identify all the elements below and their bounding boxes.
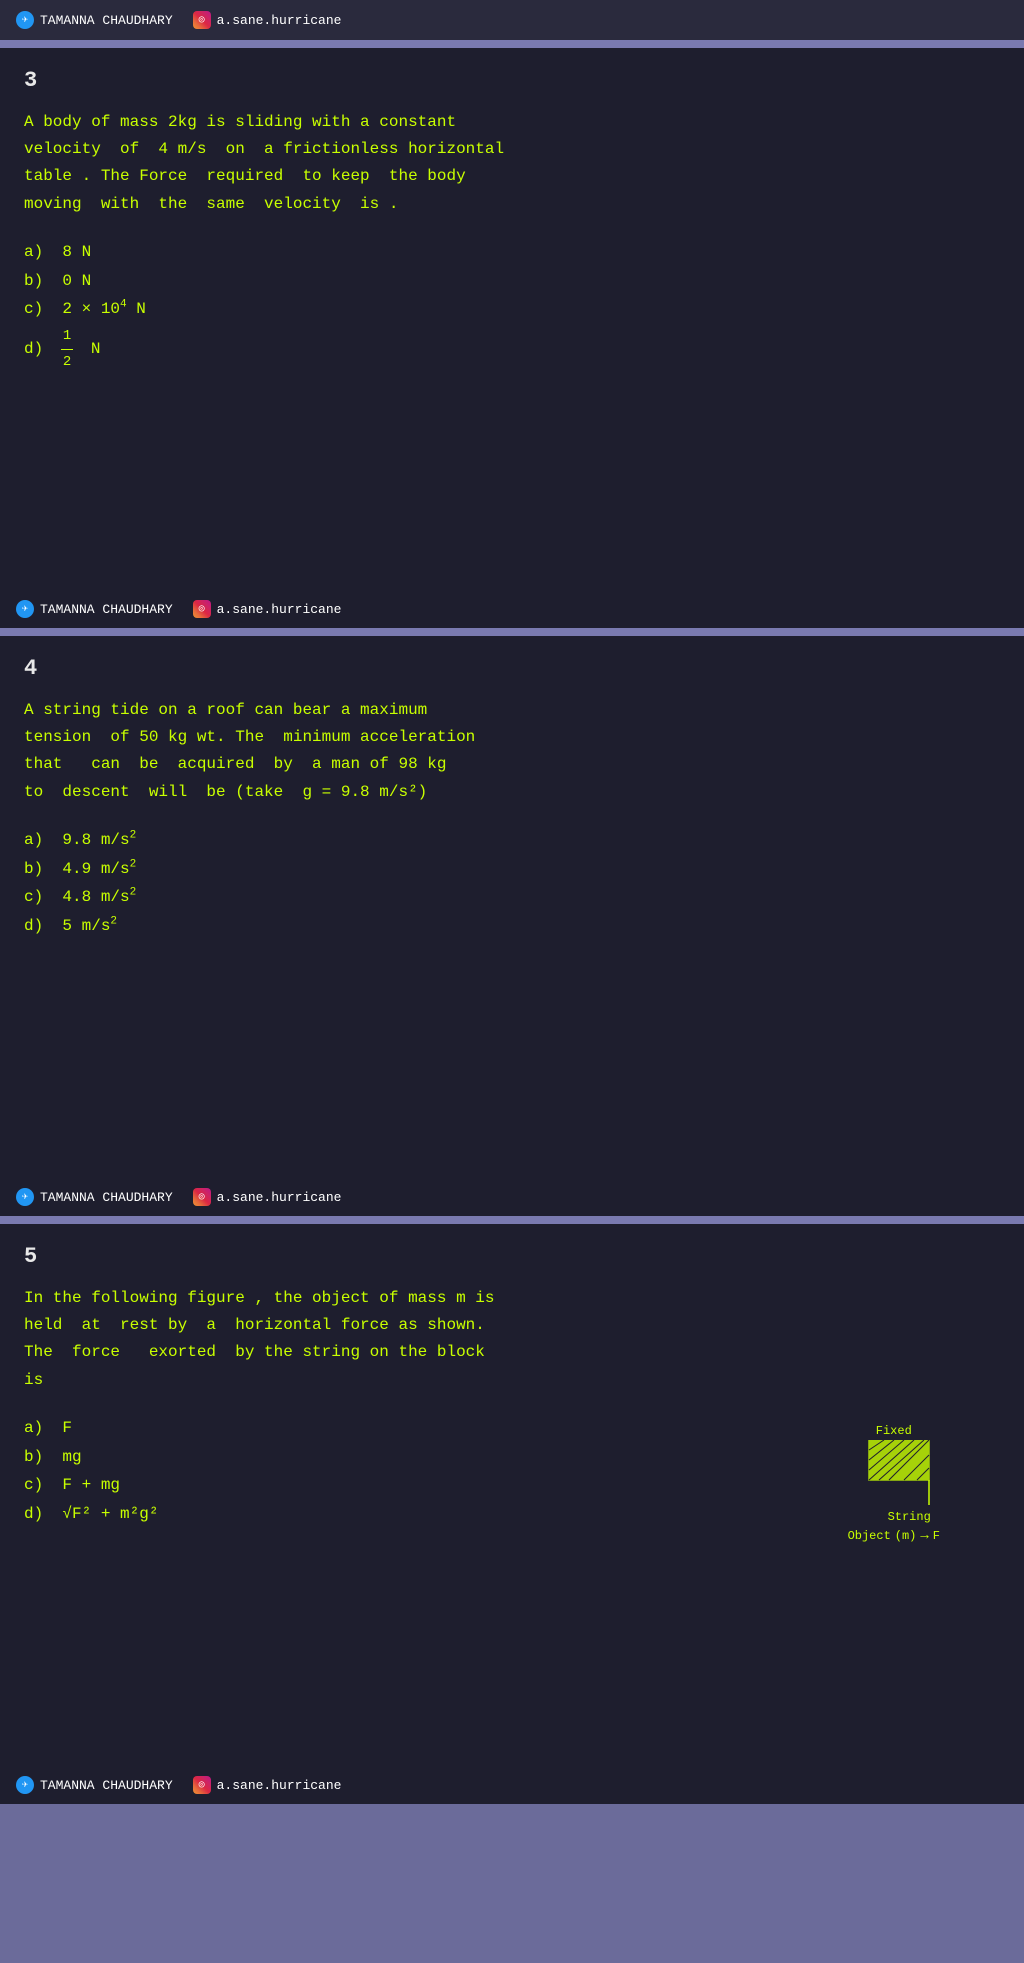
block-diagram-svg: [849, 1440, 939, 1510]
options-5: a) F b) mg c) F + mg d) √F² + m²g²: [24, 1414, 158, 1529]
question-card-5: 5 In the following figure , the object o…: [0, 1224, 1024, 1804]
footer-instagram-icon-4: ◎: [193, 1188, 211, 1206]
footer-telegram-icon-5: ✈: [16, 1776, 34, 1794]
card-3-footer: ✈ TAMANNA CHAUDHARY ◎ a.sane.hurricane: [16, 600, 1008, 618]
card-4-footer: ✈ TAMANNA CHAUDHARY ◎ a.sane.hurricane: [16, 1188, 1008, 1206]
telegram-label: TAMANNA CHAUDHARY: [40, 13, 173, 28]
option-5d: d) √F² + m²g²: [24, 1500, 158, 1529]
option-3a-label: a) 8 N: [24, 238, 91, 267]
option-5b-text: b) mg: [24, 1443, 82, 1472]
top-bar: ✈ TAMANNA CHAUDHARY ◎ a.sane.hurricane: [0, 0, 1024, 40]
footer-telegram-icon-4: ✈: [16, 1188, 34, 1206]
object-mass-label: (m): [895, 1529, 917, 1543]
option-3a: a) 8 N: [24, 238, 1000, 267]
sup-2b: 2: [130, 858, 137, 870]
fraction-denominator: 2: [61, 350, 73, 375]
force-label: F: [933, 1529, 940, 1543]
footer-telegram-label-4: TAMANNA CHAUDHARY: [40, 1190, 173, 1205]
sup-2c: 2: [130, 887, 137, 899]
question-number-4: 4: [24, 656, 1000, 681]
option-3b: b) 0 N: [24, 267, 1000, 296]
option-3d-label: d): [24, 335, 53, 364]
option-4d-text: d) 5 m/s2: [24, 912, 117, 941]
superscript-4: 4: [120, 299, 127, 311]
fraction-half: 1 2: [61, 324, 73, 375]
string-label: String: [849, 1510, 939, 1524]
question-text-5: In the following figure , the object of …: [24, 1285, 1000, 1394]
question-card-3: 3 A body of mass 2kg is sliding with a c…: [0, 48, 1024, 628]
telegram-icon: ✈: [16, 11, 34, 29]
options-4: a) 9.8 m/s2 b) 4.9 m/s2 c) 4.8 m/s2 d) 5…: [24, 826, 1000, 941]
question-text-3: A body of mass 2kg is sliding with a con…: [24, 109, 1000, 218]
instagram-handle: ◎ a.sane.hurricane: [193, 11, 342, 29]
question-number-3: 3: [24, 68, 1000, 93]
footer-telegram-label-3: TAMANNA CHAUDHARY: [40, 602, 173, 617]
footer-instagram-icon-3: ◎: [193, 600, 211, 618]
footer-telegram-label-5: TAMANNA CHAUDHARY: [40, 1778, 173, 1793]
separator-1: [0, 40, 1024, 48]
card-5-footer: ✈ TAMANNA CHAUDHARY ◎ a.sane.hurricane: [16, 1776, 1008, 1794]
footer-telegram-4: ✈ TAMANNA CHAUDHARY: [16, 1188, 173, 1206]
option-5b: b) mg: [24, 1443, 158, 1472]
option-4b: b) 4.9 m/s2: [24, 855, 1000, 884]
instagram-label: a.sane.hurricane: [217, 13, 342, 28]
separator-2: [0, 628, 1024, 636]
footer-telegram-icon-3: ✈: [16, 600, 34, 618]
sup-2d: 2: [110, 916, 117, 928]
object-row: Object (m) → F: [848, 1528, 940, 1544]
option-4a-text: a) 9.8 m/s2: [24, 826, 136, 855]
option-5c-text: c) F + mg: [24, 1471, 120, 1500]
option-5d-text: d) √F² + m²g²: [24, 1500, 158, 1529]
sup-2a: 2: [130, 829, 137, 841]
question-number-5: 5: [24, 1244, 1000, 1269]
option-3d: d) 1 2 N: [24, 324, 1000, 375]
option-4b-text: b) 4.9 m/s2: [24, 855, 136, 884]
footer-instagram-icon-5: ◎: [193, 1776, 211, 1794]
instagram-icon: ◎: [193, 11, 211, 29]
footer-instagram-5: ◎ a.sane.hurricane: [193, 1776, 342, 1794]
footer-telegram-3: ✈ TAMANNA CHAUDHARY: [16, 600, 173, 618]
question-card-4: 4 A string tide on a roof can bear a max…: [0, 636, 1024, 1216]
fraction-numerator: 1: [61, 324, 73, 350]
footer-instagram-label-3: a.sane.hurricane: [217, 602, 342, 617]
options-3: a) 8 N b) 0 N c) 2 × 104 N d) 1 2 N: [24, 238, 1000, 376]
option-3c-label: c) 2 × 104 N: [24, 295, 146, 324]
option-5c: c) F + mg: [24, 1471, 158, 1500]
option-4c-text: c) 4.8 m/s2: [24, 883, 136, 912]
footer-instagram-3: ◎ a.sane.hurricane: [193, 600, 342, 618]
option-4c: c) 4.8 m/s2: [24, 883, 1000, 912]
option-3b-label: b) 0 N: [24, 267, 91, 296]
option-4d: d) 5 m/s2: [24, 912, 1000, 941]
footer-instagram-label-4: a.sane.hurricane: [217, 1190, 342, 1205]
separator-3: [0, 1216, 1024, 1224]
diagram: Fixed String Object (m) →: [848, 1424, 940, 1544]
option-4a: a) 9.8 m/s2: [24, 826, 1000, 855]
footer-telegram-5: ✈ TAMANNA CHAUDHARY: [16, 1776, 173, 1794]
option-3c: c) 2 × 104 N: [24, 295, 1000, 324]
arrow-right: →: [920, 1528, 928, 1544]
object-label: Object: [848, 1529, 891, 1543]
question-text-4: A string tide on a roof can bear a maxim…: [24, 697, 1000, 806]
footer-instagram-4: ◎ a.sane.hurricane: [193, 1188, 342, 1206]
option-3d-unit: N: [81, 335, 100, 364]
option-5a: a) F: [24, 1414, 158, 1443]
option-5a-text: a) F: [24, 1414, 72, 1443]
telegram-handle: ✈ TAMANNA CHAUDHARY: [16, 11, 173, 29]
footer-instagram-label-5: a.sane.hurricane: [217, 1778, 342, 1793]
fixed-label: Fixed: [876, 1424, 912, 1438]
